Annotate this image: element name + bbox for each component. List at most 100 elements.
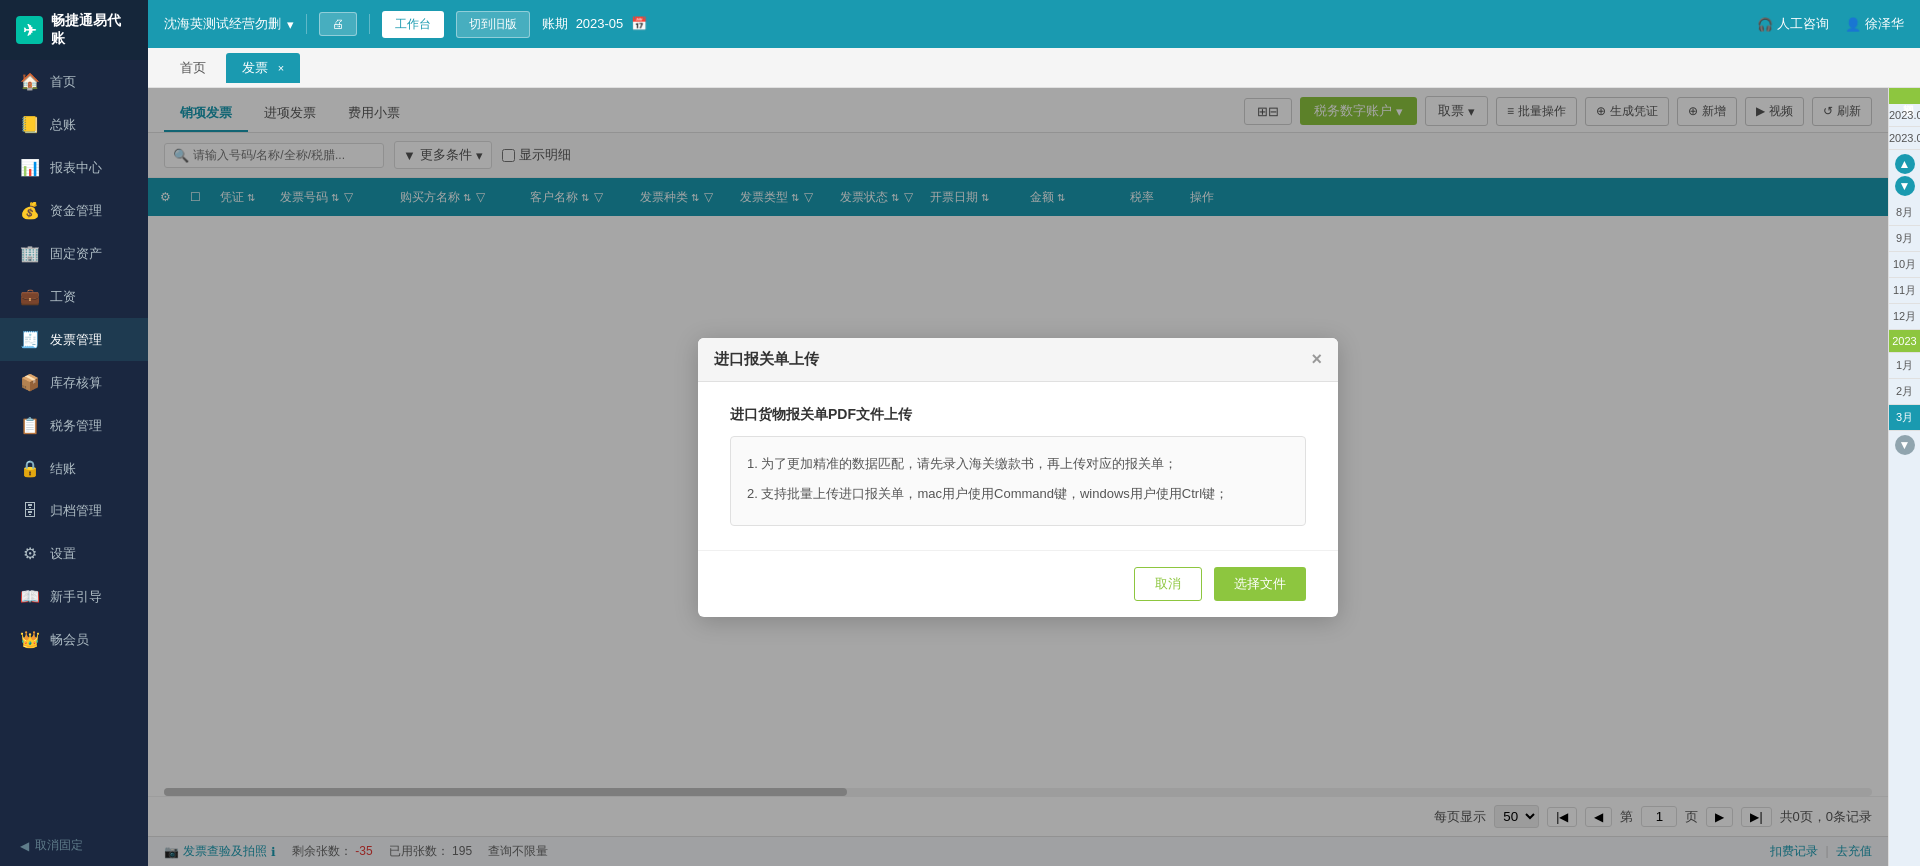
sidebar-item-archive[interactable]: 🗄 归档管理 bbox=[0, 490, 148, 532]
import-customs-modal: 进口报关单上传 × 进口货物报关单PDF文件上传 1. 为了更加精准的数据匹配，… bbox=[698, 338, 1338, 617]
modal-content-title: 进口货物报关单PDF文件上传 bbox=[730, 406, 1306, 424]
topbar: 沈海英测试经营勿删 ▾ 🖨 工作台 切到旧版 账期 2023-05 📅 🎧 人工… bbox=[148, 0, 1920, 48]
tabs-row: 首页 发票 × bbox=[148, 48, 1920, 88]
sidebar-item-tax[interactable]: 📋 税务管理 bbox=[0, 404, 148, 447]
period-down-btn[interactable]: ▼ bbox=[1895, 176, 1915, 196]
sidebar-item-inventory[interactable]: 📦 库存核算 bbox=[0, 361, 148, 404]
company-name: 沈海英测试经营勿删 bbox=[164, 15, 281, 33]
tab-close-icon[interactable]: × bbox=[278, 62, 284, 74]
tab-home[interactable]: 首页 bbox=[164, 53, 222, 83]
period-1[interactable]: 1月 bbox=[1889, 353, 1920, 379]
headset-icon: 🎧 bbox=[1757, 17, 1773, 32]
sidebar: ✈ 畅捷通易代账 🏠 首页 📒 总账 📊 报表中心 💰 资金管理 🏢 固定资产 … bbox=[0, 0, 148, 866]
topbar-divider-2 bbox=[369, 14, 370, 34]
sidebar-item-fixed-assets[interactable]: 🏢 固定资产 bbox=[0, 232, 148, 275]
inventory-icon: 📦 bbox=[20, 373, 40, 392]
period-10[interactable]: 10月 bbox=[1889, 252, 1920, 278]
sidebar-item-reports-label: 报表中心 bbox=[50, 159, 102, 177]
period-3-active[interactable]: 3月 bbox=[1889, 405, 1920, 431]
modal-footer: 取消 选择文件 bbox=[698, 550, 1338, 617]
modal-header: 进口报关单上传 × bbox=[698, 338, 1338, 382]
user-avatar[interactable]: 👤 徐泽华 bbox=[1845, 15, 1904, 33]
reports-icon: 📊 bbox=[20, 158, 40, 177]
sidebar-item-salary-label: 工资 bbox=[50, 288, 76, 306]
fixed-assets-icon: 🏢 bbox=[20, 244, 40, 263]
sidebar-item-guide-label: 新手引导 bbox=[50, 588, 102, 606]
period-nav-up: ▲ ▼ bbox=[1895, 150, 1915, 200]
unpin-label: 取消固定 bbox=[35, 837, 83, 854]
member-icon: 👑 bbox=[20, 630, 40, 649]
topbar-divider-1 bbox=[306, 14, 307, 34]
unpin-icon: ◀ bbox=[20, 839, 29, 853]
sidebar-item-ledger-label: 总账 bbox=[50, 116, 76, 134]
sidebar-item-settings[interactable]: ⚙ 设置 bbox=[0, 532, 148, 575]
sidebar-item-settings-label: 设置 bbox=[50, 545, 76, 563]
period-up-btn[interactable]: ▲ bbox=[1895, 154, 1915, 174]
app-name: 畅捷通易代账 bbox=[51, 12, 132, 48]
switch-version-btn[interactable]: 切到旧版 bbox=[456, 11, 530, 38]
modal-cancel-btn[interactable]: 取消 bbox=[1134, 567, 1202, 601]
ledger-icon: 📒 bbox=[20, 115, 40, 134]
sidebar-item-tax-label: 税务管理 bbox=[50, 417, 102, 435]
modal-overlay: 进口报关单上传 × 进口货物报关单PDF文件上传 1. 为了更加精准的数据匹配，… bbox=[148, 88, 1888, 866]
company-selector[interactable]: 沈海英测试经营勿删 ▾ bbox=[164, 15, 294, 33]
chevron-down-icon: ▾ bbox=[287, 17, 294, 32]
avatar-icon: 👤 bbox=[1845, 17, 1861, 32]
workspace-btn[interactable]: 工作台 bbox=[382, 11, 444, 38]
close-period-icon: 🔒 bbox=[20, 459, 40, 478]
guide-icon: 📖 bbox=[20, 587, 40, 606]
period-2023-highlight[interactable]: 2023 bbox=[1889, 330, 1920, 353]
sidebar-item-reports[interactable]: 📊 报表中心 bbox=[0, 146, 148, 189]
funds-icon: 💰 bbox=[20, 201, 40, 220]
support-btn[interactable]: 🎧 人工咨询 bbox=[1757, 15, 1829, 33]
period-label: 账期 2023-05 📅 bbox=[542, 15, 647, 33]
archive-icon: 🗄 bbox=[20, 502, 40, 520]
sidebar-item-archive-label: 归档管理 bbox=[50, 502, 102, 520]
period-12[interactable]: 12月 bbox=[1889, 304, 1920, 330]
sidebar-item-inventory-label: 库存核算 bbox=[50, 374, 102, 392]
home-icon: 🏠 bbox=[20, 72, 40, 91]
sidebar-item-guide[interactable]: 📖 新手引导 bbox=[0, 575, 148, 618]
sidebar-item-funds-label: 资金管理 bbox=[50, 202, 102, 220]
right-panel: 期间选择 2023.03 2023.03 ▲ ▼ 8月 9月 bbox=[1888, 88, 1920, 866]
modal-info-1: 1. 为了更加精准的数据匹配，请先录入海关缴款书，再上传对应的报关单； bbox=[747, 451, 1289, 477]
period-list: 2023.03 2023.03 ▲ ▼ 8月 9月 10月 bbox=[1889, 104, 1920, 459]
modal-close-btn[interactable]: × bbox=[1311, 350, 1322, 368]
period-2023-03-1[interactable]: 2023.03 bbox=[1889, 104, 1920, 127]
modal-title: 进口报关单上传 bbox=[714, 350, 819, 369]
settings-icon: ⚙ bbox=[20, 544, 40, 563]
sidebar-item-ledger[interactable]: 📒 总账 bbox=[0, 103, 148, 146]
period-9[interactable]: 9月 bbox=[1889, 226, 1920, 252]
invoice-page: 销项发票 进项发票 费用小票 ⊞⊟ 税务数字账户 ▾ 取票 ▾ bbox=[148, 88, 1888, 866]
tab-invoice[interactable]: 发票 × bbox=[226, 53, 300, 83]
calendar-icon[interactable]: 📅 bbox=[631, 16, 647, 31]
sidebar-item-invoice[interactable]: 🧾 发票管理 bbox=[0, 318, 148, 361]
period-2023-03-2[interactable]: 2023.03 bbox=[1889, 127, 1920, 150]
period-select-btn[interactable]: 期间选择 bbox=[1889, 88, 1920, 104]
period-nav-bottom: ▼ bbox=[1895, 431, 1915, 459]
sidebar-item-close[interactable]: 🔒 结账 bbox=[0, 447, 148, 490]
invoice-icon: 🧾 bbox=[20, 330, 40, 349]
period-2[interactable]: 2月 bbox=[1889, 379, 1920, 405]
main-area: 沈海英测试经营勿删 ▾ 🖨 工作台 切到旧版 账期 2023-05 📅 🎧 人工… bbox=[148, 0, 1920, 866]
modal-info-2: 2. 支持批量上传进口报关单，mac用户使用Command键，windows用户… bbox=[747, 481, 1289, 507]
sidebar-item-funds[interactable]: 💰 资金管理 bbox=[0, 189, 148, 232]
period-11[interactable]: 11月 bbox=[1889, 278, 1920, 304]
sidebar-item-close-label: 结账 bbox=[50, 460, 76, 478]
sidebar-item-member-label: 畅会员 bbox=[50, 631, 89, 649]
modal-info-box: 1. 为了更加精准的数据匹配，请先录入海关缴款书，再上传对应的报关单； 2. 支… bbox=[730, 436, 1306, 526]
modal-select-file-btn[interactable]: 选择文件 bbox=[1214, 567, 1306, 601]
period-8[interactable]: 8月 bbox=[1889, 200, 1920, 226]
sidebar-footer-unpin[interactable]: ◀ 取消固定 bbox=[0, 825, 148, 866]
tax-icon: 📋 bbox=[20, 416, 40, 435]
salary-icon: 💼 bbox=[20, 287, 40, 306]
sidebar-item-invoice-label: 发票管理 bbox=[50, 331, 102, 349]
sidebar-item-home-label: 首页 bbox=[50, 73, 76, 91]
app-logo: ✈ 畅捷通易代账 bbox=[0, 0, 148, 60]
print-btn[interactable]: 🖨 bbox=[319, 12, 357, 36]
sidebar-item-home[interactable]: 🏠 首页 bbox=[0, 60, 148, 103]
modal-body: 进口货物报关单PDF文件上传 1. 为了更加精准的数据匹配，请先录入海关缴款书，… bbox=[698, 382, 1338, 550]
sidebar-item-member[interactable]: 👑 畅会员 bbox=[0, 618, 148, 661]
period-collapse-btn[interactable]: ▼ bbox=[1895, 435, 1915, 455]
sidebar-item-salary[interactable]: 💼 工资 bbox=[0, 275, 148, 318]
